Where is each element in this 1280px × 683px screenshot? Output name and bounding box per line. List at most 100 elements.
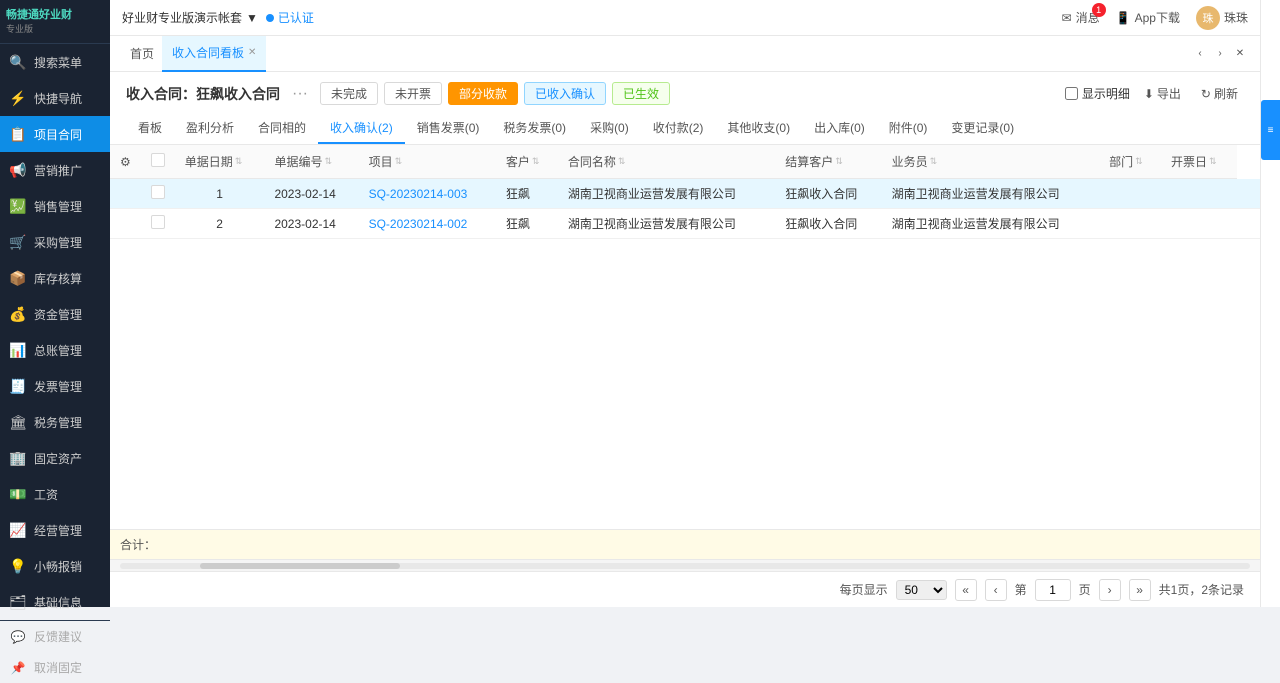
sidebar-item-3[interactable]: 📢营销推广 <box>0 152 110 188</box>
show-detail-checkbox[interactable] <box>1065 87 1078 100</box>
app-download-button[interactable]: 📱 App下载 <box>1116 9 1180 26</box>
col-date[interactable]: 单据日期⇅ <box>175 145 265 179</box>
sidebar-item-14[interactable]: 💡小畅报销 <box>0 548 110 584</box>
win-prev-button[interactable]: ‹ <box>1192 46 1208 62</box>
table-area[interactable]: ⚙ 单据日期⇅ 单据编号⇅ 项目⇅ 客户⇅ 合同名称⇅ 结算客户⇅ 业务员⇅ 部… <box>110 145 1260 529</box>
row-checkbox-0[interactable] <box>141 179 175 209</box>
refresh-icon: ↻ <box>1201 87 1211 101</box>
row-salesperson-0 <box>1099 179 1161 209</box>
show-detail-toggle[interactable]: 显示明细 <box>1065 85 1130 102</box>
horizontal-scrollbar[interactable] <box>110 559 1260 571</box>
sub-tab-2[interactable]: 合同相的 <box>246 113 318 144</box>
sub-tab-label-7: 收付款(2) <box>653 121 704 135</box>
row-checkbox-1[interactable] <box>141 209 175 239</box>
sort-salesperson-icon: ⇅ <box>930 156 938 167</box>
sidebar-item-15[interactable]: 🗂基础信息 <box>0 584 110 620</box>
row-code-link-1[interactable]: SQ-20230214-002 <box>369 217 468 231</box>
sub-tab-7[interactable]: 收付款(2) <box>641 113 716 144</box>
row-settings-1 <box>110 209 141 239</box>
sidebar-label-15: 基础信息 <box>34 594 82 611</box>
sidebar-item-6[interactable]: 📦库存核算 <box>0 260 110 296</box>
tab-income-contract[interactable]: 收入合同看板 ✕ <box>162 36 266 72</box>
col-settlement[interactable]: 结算客户⇅ <box>775 145 881 179</box>
status-income-confirmed[interactable]: 已收入确认 <box>524 82 606 105</box>
win-close-button[interactable]: ✕ <box>1232 46 1248 62</box>
topbar-left: 好业财专业版演示帐套 ▼ 已认证 <box>122 9 314 26</box>
col-code[interactable]: 单据编号⇅ <box>264 145 358 179</box>
prev-page-button[interactable]: ‹ <box>985 579 1007 601</box>
sidebar-item-8[interactable]: 📊总账管理 <box>0 332 110 368</box>
message-button[interactable]: ✉ 消息 1 <box>1062 9 1100 26</box>
sub-tab-5[interactable]: 税务发票(0) <box>491 113 578 144</box>
refresh-label: 刷新 <box>1214 85 1238 102</box>
row-check-0[interactable] <box>151 185 165 199</box>
sub-tab-8[interactable]: 其他收支(0) <box>715 113 802 144</box>
sidebar-item-7[interactable]: 💰资金管理 <box>0 296 110 332</box>
row-settlement-0: 湖南卫视商业运营发展有限公司 <box>882 179 1099 209</box>
status-effective[interactable]: 已生效 <box>612 82 670 105</box>
col-project[interactable]: 项目⇅ <box>359 145 496 179</box>
sub-tab-4[interactable]: 销售发票(0) <box>405 113 492 144</box>
table-row[interactable]: 2 2023-02-14 SQ-20230214-002 狂飙 湖南卫视商业运营… <box>110 209 1260 239</box>
table-row[interactable]: 1 2023-02-14 SQ-20230214-003 狂飙 湖南卫视商业运营… <box>110 179 1260 209</box>
scrollbar-thumb[interactable] <box>200 563 400 569</box>
user-avatar-area[interactable]: 珠 珠珠 <box>1196 6 1248 30</box>
col-contract-name[interactable]: 合同名称⇅ <box>558 145 775 179</box>
message-icon: ✉ <box>1062 11 1072 25</box>
col-invoice-date[interactable]: 开票日⇅ <box>1161 145 1237 179</box>
refresh-button[interactable]: ↻ 刷新 <box>1195 83 1244 104</box>
row-code-link-0[interactable]: SQ-20230214-003 <box>369 187 468 201</box>
sidebar-item-0[interactable]: 🔍搜索菜单 <box>0 44 110 80</box>
row-code-1[interactable]: SQ-20230214-002 <box>359 209 496 239</box>
status-uninvoiced[interactable]: 未开票 <box>384 82 442 105</box>
row-invoice-date-0 <box>1237 179 1260 209</box>
right-sidebar-icon[interactable]: ≡ <box>1261 100 1280 160</box>
sidebar-item-11[interactable]: 🏢固定资产 <box>0 440 110 476</box>
per-page-select[interactable]: 50 100 200 <box>896 580 947 600</box>
sidebar-unpin[interactable]: 📌 取消固定 <box>0 652 110 683</box>
col-salesperson[interactable]: 业务员⇅ <box>882 145 1099 179</box>
sub-tab-6[interactable]: 采购(0) <box>578 113 641 144</box>
sidebar-icon-8: 📊 <box>8 340 28 360</box>
sub-tab-0[interactable]: 看板 <box>126 113 174 144</box>
status-incomplete[interactable]: 未完成 <box>320 82 378 105</box>
sidebar-item-1[interactable]: ⚡快捷导航 <box>0 80 110 116</box>
sub-tab-11[interactable]: 变更记录(0) <box>939 113 1026 144</box>
select-all-checkbox[interactable] <box>151 153 165 167</box>
sidebar-item-4[interactable]: 💹销售管理 <box>0 188 110 224</box>
sub-tab-1[interactable]: 盈利分析 <box>174 113 246 144</box>
sub-tab-9[interactable]: 出入库(0) <box>802 113 877 144</box>
sidebar-label-5: 采购管理 <box>34 234 82 251</box>
sub-tab-label-8: 其他收支(0) <box>727 121 790 135</box>
sub-tab-10[interactable]: 附件(0) <box>877 113 940 144</box>
page-unit: 页 <box>1079 581 1091 598</box>
last-page-button[interactable]: » <box>1129 579 1151 601</box>
more-options-button[interactable]: ··· <box>292 85 308 103</box>
sidebar-item-13[interactable]: 📈经营管理 <box>0 512 110 548</box>
row-customer-0: 湖南卫视商业运营发展有限公司 <box>558 179 775 209</box>
row-code-0[interactable]: SQ-20230214-003 <box>359 179 496 209</box>
page-title: 收入合同：狂飙收入合同 <box>126 84 280 104</box>
tab-close-icon[interactable]: ✕ <box>248 47 256 58</box>
status-partial-payment[interactable]: 部分收款 <box>448 82 518 105</box>
sidebar-item-10[interactable]: 🏛税务管理 <box>0 404 110 440</box>
sidebar-item-2[interactable]: 📋项目合同 <box>0 116 110 152</box>
win-next-button[interactable]: › <box>1212 46 1228 62</box>
first-page-button[interactable]: « <box>955 579 977 601</box>
page-input[interactable] <box>1035 579 1071 601</box>
scrollbar-track[interactable] <box>120 563 1250 569</box>
per-page-label: 每页显示 <box>840 581 888 598</box>
col-department[interactable]: 部门⇅ <box>1099 145 1161 179</box>
company-selector[interactable]: 好业财专业版演示帐套 ▼ <box>122 9 258 26</box>
sidebar-item-9[interactable]: 🧾发票管理 <box>0 368 110 404</box>
export-button[interactable]: ⬇ 导出 <box>1138 83 1187 104</box>
sidebar-item-12[interactable]: 💵工资 <box>0 476 110 512</box>
sub-tab-3[interactable]: 收入确认(2) <box>318 113 405 144</box>
col-settings[interactable]: ⚙ <box>110 145 141 179</box>
sidebar-feedback[interactable]: 💬 反馈建议 <box>0 621 110 652</box>
sidebar-item-5[interactable]: 🛒采购管理 <box>0 224 110 260</box>
row-check-1[interactable] <box>151 215 165 229</box>
next-page-button[interactable]: › <box>1099 579 1121 601</box>
col-customer[interactable]: 客户⇅ <box>496 145 558 179</box>
tab-home[interactable]: 首页 <box>122 36 162 72</box>
